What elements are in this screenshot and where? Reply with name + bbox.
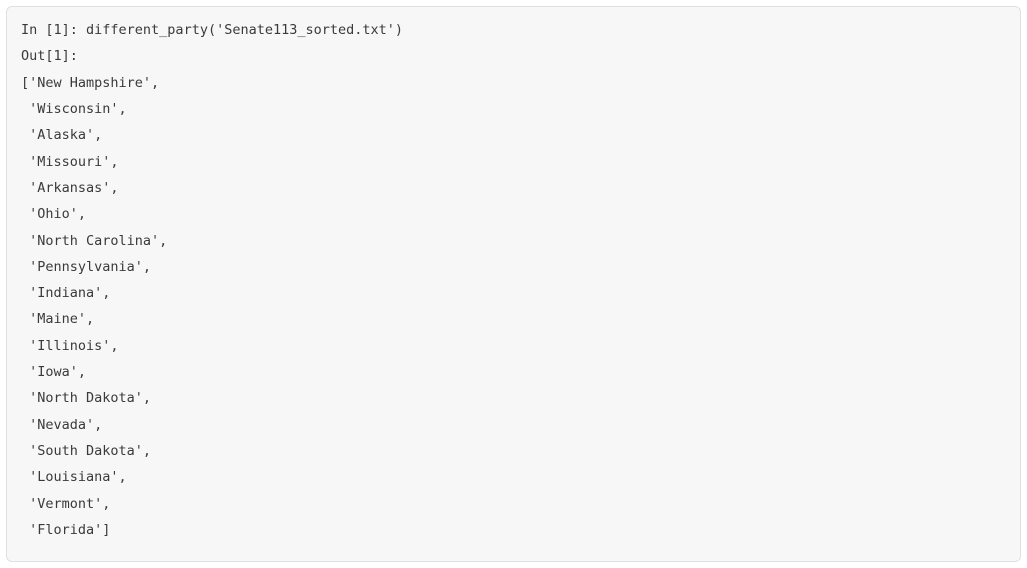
code-call: different_party('Senate113_sorted.txt') bbox=[86, 22, 403, 38]
code-output-block: In [1]: different_party('Senate113_sorte… bbox=[6, 6, 1021, 562]
in-prompt: In [1]: bbox=[21, 22, 86, 38]
result-list: ['New Hampshire', 'Wisconsin', 'Alaska',… bbox=[21, 75, 167, 538]
out-prompt: Out[1]: bbox=[21, 48, 78, 64]
